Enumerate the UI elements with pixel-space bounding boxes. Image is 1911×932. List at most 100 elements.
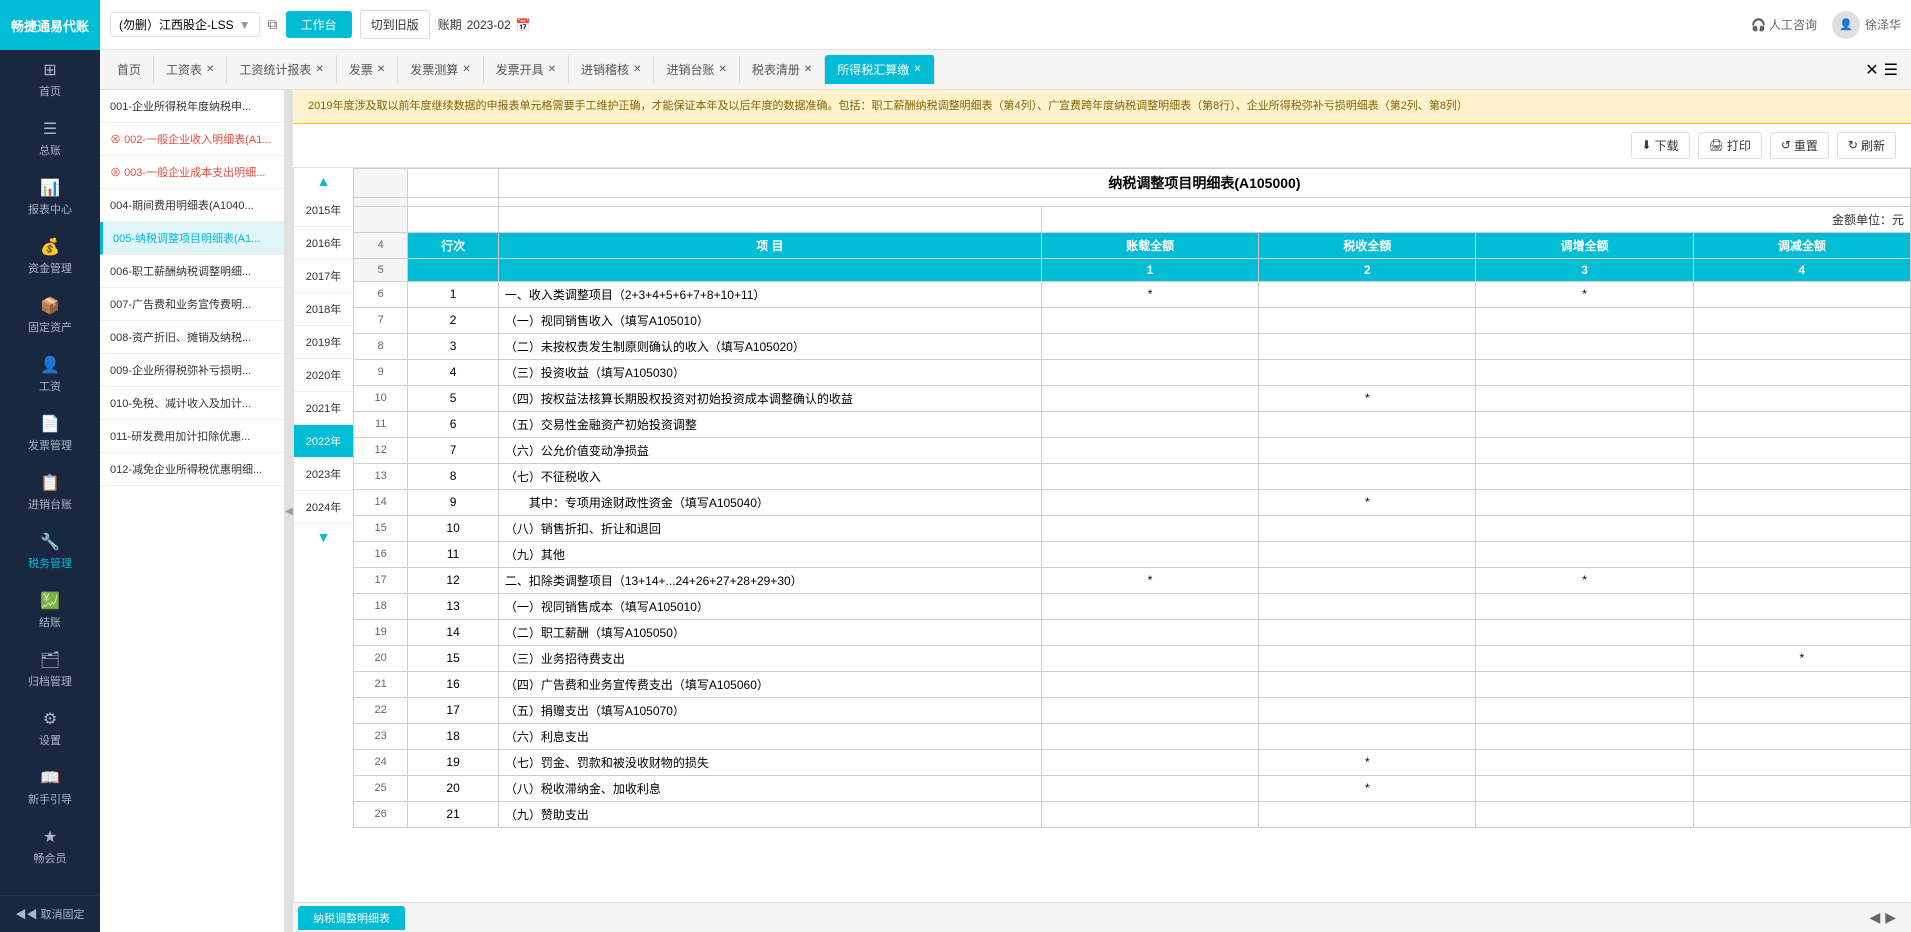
tab-home[interactable]: 首页	[105, 55, 154, 84]
data-cell[interactable]	[1259, 333, 1476, 359]
year-2022[interactable]: 2022年	[294, 425, 353, 458]
tab-invoice-calc[interactable]: 发票测算 ✕	[398, 55, 483, 84]
data-cell[interactable]	[1693, 307, 1910, 333]
item-text[interactable]: （二）职工薪酬（填写A105050）	[498, 619, 1041, 645]
data-cell[interactable]	[1041, 645, 1258, 671]
tab-tax-list[interactable]: 税表清册 ✕	[740, 55, 825, 84]
data-cell[interactable]	[1693, 437, 1910, 463]
data-cell[interactable]	[1259, 307, 1476, 333]
left-item-009[interactable]: 009-企业所得税弥补亏损明...	[100, 354, 284, 387]
item-text[interactable]: （二）未按权责发生制原则确认的收入（填写A105020）	[498, 333, 1041, 359]
old-version-button[interactable]: 切到旧版	[360, 10, 430, 39]
refresh-button[interactable]: ↻ 刷新	[1837, 132, 1896, 159]
data-cell[interactable]	[1693, 281, 1910, 307]
data-cell[interactable]	[1259, 411, 1476, 437]
data-cell[interactable]	[1041, 541, 1258, 567]
data-cell[interactable]	[1693, 567, 1910, 593]
data-cell[interactable]	[1476, 411, 1693, 437]
tab-close-icon[interactable]: ✕	[718, 64, 726, 75]
item-text[interactable]: （一）视同销售收入（填写A105010）	[498, 307, 1041, 333]
data-cell[interactable]: *	[1693, 645, 1910, 671]
line-number[interactable]: 6	[408, 411, 499, 437]
data-cell[interactable]	[1041, 593, 1258, 619]
data-cell[interactable]	[1693, 619, 1910, 645]
data-cell[interactable]	[1259, 619, 1476, 645]
data-cell[interactable]	[1041, 489, 1258, 515]
left-item-003[interactable]: ⊗ 003-一般企业成本支出明细...	[100, 156, 284, 189]
tab-close-icon[interactable]: ✕	[633, 64, 641, 75]
left-item-006[interactable]: 006-职工薪酬纳税调整明细...	[100, 255, 284, 288]
calendar-icon[interactable]: 📅	[516, 18, 531, 32]
item-text[interactable]: （四）按权益法核算长期股权投资对初始投资成本调整确认的收益	[498, 385, 1041, 411]
tab-invoice-issue[interactable]: 发票开具 ✕	[484, 55, 569, 84]
data-cell[interactable]	[1041, 749, 1258, 775]
sidebar-item-invoice[interactable]: 📄 发票管理	[0, 404, 100, 463]
line-number[interactable]: 8	[408, 463, 499, 489]
data-cell[interactable]	[1259, 437, 1476, 463]
data-cell[interactable]	[1476, 385, 1693, 411]
user-info[interactable]: 👤 徐泽华	[1832, 11, 1901, 39]
sidebar-item-settings[interactable]: ⚙ 设置	[0, 699, 100, 758]
sidebar-item-report[interactable]: 📊 报表中心	[0, 168, 100, 227]
resize-handle[interactable]	[285, 90, 293, 932]
tab-close-icon[interactable]: ✕	[804, 64, 812, 75]
line-number[interactable]: 2	[408, 307, 499, 333]
item-text[interactable]: （六）利息支出	[498, 723, 1041, 749]
data-cell[interactable]	[1041, 515, 1258, 541]
tab-close-icon[interactable]: ✕	[377, 64, 385, 75]
data-cell[interactable]	[1041, 723, 1258, 749]
tab-close-icon[interactable]: ✕	[548, 64, 556, 75]
tab-menu-icon[interactable]: ☰	[1884, 60, 1898, 80]
line-number[interactable]: 13	[408, 593, 499, 619]
line-number[interactable]: 10	[408, 515, 499, 541]
data-cell[interactable]	[1259, 567, 1476, 593]
data-cell[interactable]	[1476, 619, 1693, 645]
data-cell[interactable]	[1041, 775, 1258, 801]
data-cell[interactable]	[1693, 359, 1910, 385]
workbench-button[interactable]: 工作台	[286, 11, 352, 38]
item-text[interactable]: （七）不征税收入	[498, 463, 1041, 489]
data-cell[interactable]	[1476, 801, 1693, 827]
data-cell[interactable]	[1041, 385, 1258, 411]
reset-button[interactable]: ↺ 重置	[1770, 132, 1829, 159]
line-number[interactable]: 3	[408, 333, 499, 359]
data-cell[interactable]: *	[1476, 281, 1693, 307]
line-number[interactable]: 20	[408, 775, 499, 801]
sidebar-item-tax[interactable]: 🔧 税务管理	[0, 522, 100, 581]
line-number[interactable]: 15	[408, 645, 499, 671]
sidebar-item-member[interactable]: ★ 畅会员	[0, 817, 100, 876]
download-button[interactable]: ⬇ 下载	[1631, 132, 1690, 159]
year-2018[interactable]: 2018年	[294, 293, 353, 326]
left-item-007[interactable]: 007-广告费和业务宣传费明...	[100, 288, 284, 321]
tab-salary[interactable]: 工资表 ✕	[154, 55, 227, 84]
year-2019[interactable]: 2019年	[294, 326, 353, 359]
data-cell[interactable]	[1693, 489, 1910, 515]
data-cell[interactable]	[1259, 463, 1476, 489]
company-selector[interactable]: (勿删）江西股企-LSS ▼	[110, 12, 260, 37]
data-cell[interactable]	[1041, 359, 1258, 385]
line-number[interactable]: 9	[408, 489, 499, 515]
data-cell[interactable]	[1693, 775, 1910, 801]
data-cell[interactable]: *	[1259, 775, 1476, 801]
nav-right-icon[interactable]: ▶	[1885, 909, 1896, 926]
bottom-tab-item[interactable]: 纳税调整明细表	[298, 906, 405, 930]
tab-close-icon[interactable]: ✕	[913, 64, 921, 75]
left-item-001[interactable]: 001-企业所得税年度纳税申...	[100, 90, 284, 123]
line-number[interactable]: 16	[408, 671, 499, 697]
line-number[interactable]: 11	[408, 541, 499, 567]
data-cell[interactable]: *	[1259, 489, 1476, 515]
year-2017[interactable]: 2017年	[294, 260, 353, 293]
data-cell[interactable]	[1259, 593, 1476, 619]
left-item-008[interactable]: 008-资产折旧、摊销及纳税...	[100, 321, 284, 354]
data-cell[interactable]	[1259, 515, 1476, 541]
unpin-button[interactable]: ◀◀ 取消固定	[0, 895, 100, 932]
tab-purchase-ledger[interactable]: 进销台账 ✕	[654, 55, 739, 84]
data-cell[interactable]	[1693, 385, 1910, 411]
close-all-icon[interactable]: ✕	[1865, 60, 1878, 80]
tab-salary-stats[interactable]: 工资统计报表 ✕	[227, 55, 336, 84]
item-text[interactable]: （一）视同销售成本（填写A105010）	[498, 593, 1041, 619]
item-text[interactable]: （五）捐赠支出（填写A105070）	[498, 697, 1041, 723]
data-cell[interactable]	[1476, 541, 1693, 567]
data-cell[interactable]	[1041, 307, 1258, 333]
year-2023[interactable]: 2023年	[294, 458, 353, 491]
